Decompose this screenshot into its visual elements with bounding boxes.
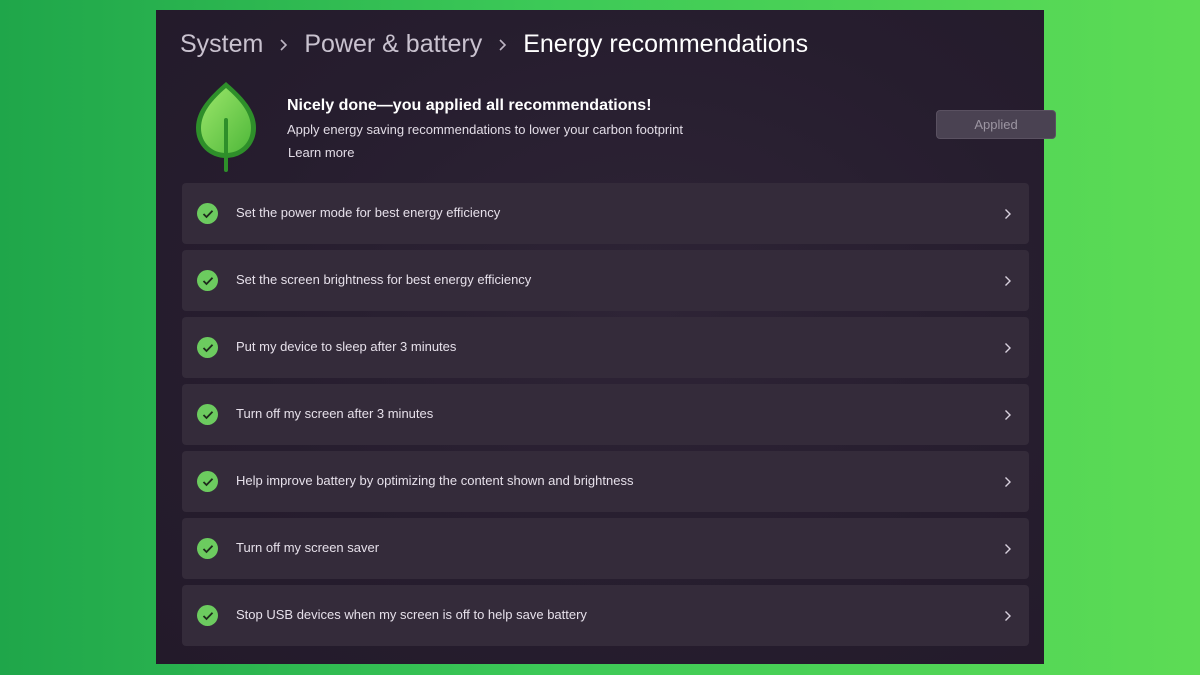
chevron-right-icon [1004,274,1012,286]
recommendation-label: Set the screen brightness for best energ… [236,272,532,287]
recommendation-item[interactable]: Set the screen brightness for best energ… [182,250,1029,311]
recommendation-label: Turn off my screen saver [236,540,380,555]
summary-title: Nicely done—you applied all recommendati… [287,97,652,114]
recommendation-item[interactable]: Turn off my screen after 3 minutes [182,384,1029,445]
recommendation-label: Help improve battery by optimizing the c… [236,473,634,488]
checkmark-icon [197,538,218,559]
learn-more-link[interactable]: Learn more [288,145,354,160]
recommendation-item[interactable]: Turn off my screen saver [182,518,1029,579]
page-title: Energy recommendations [523,30,809,58]
checkmark-icon [197,605,218,626]
chevron-right-icon [1004,475,1012,487]
chevron-right-icon [1004,408,1012,420]
checkmark-icon [197,203,218,224]
breadcrumb-system[interactable]: System [180,30,263,59]
breadcrumb-power-battery[interactable]: Power & battery [304,30,482,59]
breadcrumb: System Power & battery Energy recommenda… [180,30,808,59]
checkmark-icon [197,270,218,291]
recommendations-summary: Nicely done—you applied all recommendati… [182,78,1056,182]
chevron-right-icon [1004,542,1012,554]
recommendation-item[interactable]: Help improve battery by optimizing the c… [182,451,1029,512]
recommendation-item[interactable]: Stop USB devices when my screen is off t… [182,585,1029,646]
settings-window: System Power & battery Energy recommenda… [156,10,1056,664]
recommendation-item[interactable]: Set the power mode for best energy effic… [182,183,1029,244]
checkmark-icon [197,404,218,425]
recommendation-item[interactable]: Put my device to sleep after 3 minutes [182,317,1029,378]
chevron-right-icon [498,38,507,52]
chevron-right-icon [1004,609,1012,621]
recommendations-list: Set the power mode for best energy effic… [182,183,1029,652]
checkmark-icon [197,471,218,492]
chevron-right-icon [1004,341,1012,353]
chevron-right-icon [279,38,288,52]
summary-subtitle: Apply energy saving recommendations to l… [287,122,683,137]
checkmark-icon [197,337,218,358]
recommendation-label: Set the power mode for best energy effic… [236,205,501,220]
recommendation-label: Turn off my screen after 3 minutes [236,406,434,421]
recommendation-label: Stop USB devices when my screen is off t… [236,607,587,622]
applied-button[interactable]: Applied [936,110,1056,139]
recommendation-label: Put my device to sleep after 3 minutes [236,339,457,354]
chevron-right-icon [1004,207,1012,219]
leaf-icon [190,80,262,172]
